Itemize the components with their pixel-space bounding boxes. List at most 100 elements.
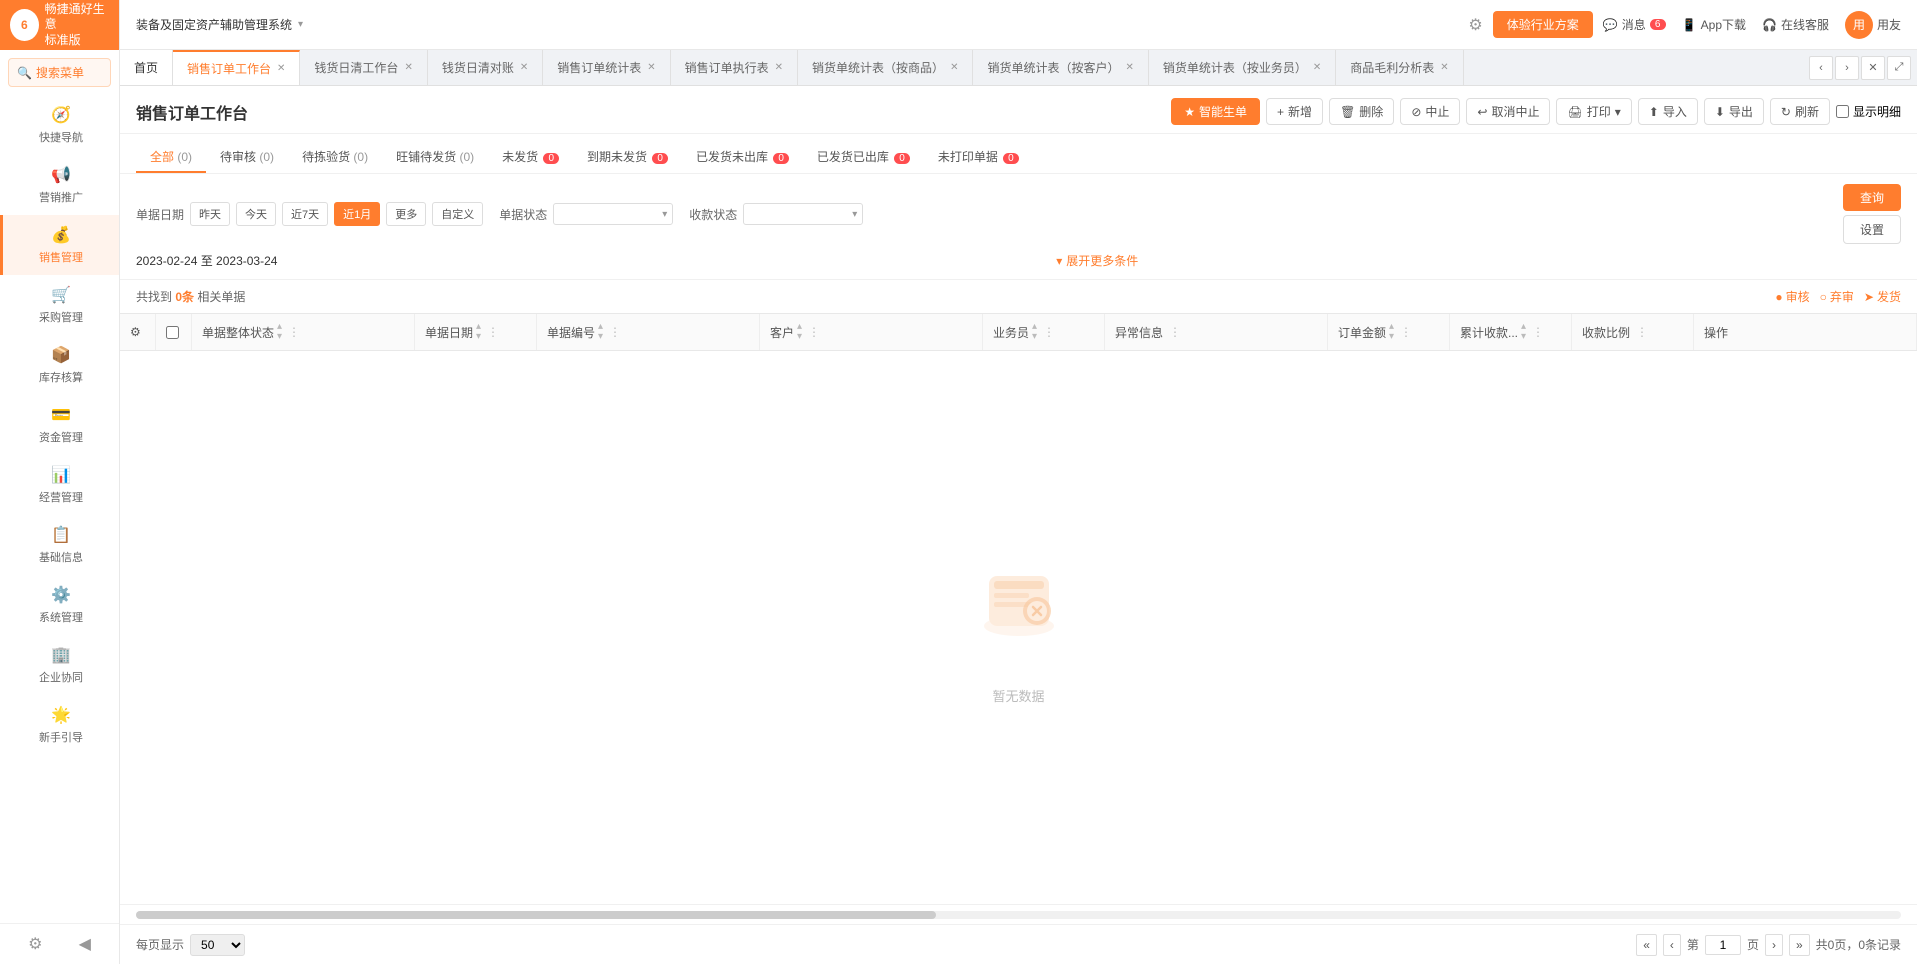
prev-page-button[interactable]: ‹ <box>1663 934 1681 956</box>
sort-date-icon[interactable]: ▴▾ <box>476 322 481 342</box>
filter-tab-pending-inspect[interactable]: 待拣验货 (0) <box>288 142 382 173</box>
sort-number-icon[interactable]: ▴▾ <box>598 322 603 342</box>
tab-close-icon[interactable]: ✕ <box>1313 62 1321 73</box>
tab-cash-reconcile[interactable]: 钱货日清对账 ✕ <box>428 50 543 86</box>
next-page-button[interactable]: › <box>1765 934 1783 956</box>
tab-cash-daily[interactable]: 钱货日清工作台 ✕ <box>300 50 427 86</box>
select-all-checkbox[interactable] <box>166 326 179 339</box>
sidebar-item-system[interactable]: ⚙️ 系统管理 <box>0 575 119 635</box>
date-yesterday-button[interactable]: 昨天 <box>190 202 230 226</box>
online-service-button[interactable]: 🎧 在线客服 <box>1762 16 1829 33</box>
sidebar-item-basic-info[interactable]: 📋 基础信息 <box>0 515 119 575</box>
tab-goods-stats-customer[interactable]: 销货单统计表（按客户） ✕ <box>973 50 1148 86</box>
show-detail-checkbox[interactable] <box>1836 105 1849 118</box>
sort-collected-icon[interactable]: ▴▾ <box>1521 322 1526 342</box>
date-today-button[interactable]: 今天 <box>236 202 276 226</box>
tab-goods-margin[interactable]: 商品毛利分析表 ✕ <box>1336 50 1463 86</box>
page-number-input[interactable] <box>1705 935 1741 955</box>
payment-select[interactable] <box>743 203 863 225</box>
sidebar-item-quick-nav[interactable]: 🧭 快捷导航 <box>0 95 119 155</box>
sidebar-item-sales[interactable]: 💰 销售管理 <box>0 215 119 275</box>
search-settings-button[interactable]: 设置 <box>1843 215 1901 244</box>
tab-scroll-left-button[interactable]: ‹ <box>1809 56 1833 80</box>
smart-generate-button[interactable]: ★ 智能生单 <box>1171 98 1260 125</box>
sidebar-item-inventory[interactable]: 📦 库存核算 <box>0 335 119 395</box>
tab-close-icon[interactable]: ✕ <box>1125 62 1133 73</box>
resize-handle[interactable]: ⋮ <box>285 325 303 339</box>
filter-tab-all[interactable]: 全部 (0) <box>136 142 206 173</box>
user-menu-button[interactable]: 用 用友 <box>1845 11 1901 39</box>
refresh-button[interactable]: ↻ 刷新 <box>1770 98 1830 125</box>
settings-bottom-icon[interactable]: ⚙ <box>28 934 42 954</box>
cancel-stop-button[interactable]: ↩ 取消中止 <box>1466 98 1550 125</box>
filter-tab-not-shipped[interactable]: 未发货 0 <box>488 142 573 173</box>
collapse-sidebar-button[interactable]: ◀ <box>79 934 91 954</box>
sort-status-icon[interactable]: ▴▾ <box>277 322 282 342</box>
resize-handle[interactable]: ⋮ <box>606 325 624 339</box>
first-page-button[interactable]: « <box>1636 934 1657 956</box>
tab-close-icon[interactable]: ✕ <box>775 62 783 73</box>
tab-goods-stats-staff[interactable]: 销货单统计表（按业务员） ✕ <box>1149 50 1336 86</box>
add-button[interactable]: + 新增 <box>1266 98 1323 125</box>
date-more-button[interactable]: 更多 <box>386 202 426 226</box>
resize-handle[interactable]: ⋮ <box>1633 325 1651 339</box>
resize-handle[interactable]: ⋮ <box>1529 325 1547 339</box>
expand-conditions-button[interactable]: ▾ 展开更多条件 <box>1056 252 1138 269</box>
stop-button[interactable]: ⊘ 中止 <box>1400 98 1460 125</box>
print-button[interactable]: 🖨 打印 ▾ <box>1556 98 1631 125</box>
message-button[interactable]: 💬 消息 6 <box>1603 16 1666 33</box>
tab-sales-workbench[interactable]: 销售订单工作台 ✕ <box>173 50 300 86</box>
tab-close-icon[interactable]: ✕ <box>647 62 655 73</box>
show-detail-checkbox-label[interactable]: 显示明细 <box>1836 103 1901 120</box>
filter-tab-shipped-not-warehoused[interactable]: 已发货未出库 0 <box>682 142 803 173</box>
tab-goods-stats-product[interactable]: 销货单统计表（按商品） ✕ <box>798 50 973 86</box>
sort-staff-icon[interactable]: ▴▾ <box>1032 322 1037 342</box>
last-page-button[interactable]: » <box>1789 934 1810 956</box>
resize-handle[interactable]: ⋮ <box>484 325 502 339</box>
sidebar-item-enterprise[interactable]: 🏢 企业协同 <box>0 635 119 695</box>
filter-tab-not-printed[interactable]: 未打印单据 0 <box>924 142 1033 173</box>
resize-handle[interactable]: ⋮ <box>805 325 823 339</box>
sidebar-item-marketing[interactable]: 📢 营销推广 <box>0 155 119 215</box>
search-menu-button[interactable]: 🔍 搜索菜单 <box>8 58 111 87</box>
tab-close-icon[interactable]: ✕ <box>1440 62 1448 73</box>
import-button[interactable]: ⬆ 导入 <box>1638 98 1698 125</box>
sidebar-item-finance[interactable]: 💳 资金管理 <box>0 395 119 455</box>
resize-handle[interactable]: ⋮ <box>1040 325 1058 339</box>
tab-expand-button[interactable]: ⤢ <box>1887 56 1911 80</box>
sidebar-item-purchase[interactable]: 🛒 采购管理 <box>0 275 119 335</box>
cancel-review-action-button[interactable]: ○ 弃审 <box>1820 288 1854 305</box>
tab-home[interactable]: 首页 <box>120 50 173 86</box>
filter-tab-shipped-warehoused[interactable]: 已发货已出库 0 <box>803 142 924 173</box>
tab-sales-stats[interactable]: 销售订单统计表 ✕ <box>543 50 670 86</box>
filter-tab-overdue-not-shipped[interactable]: 到期未发货 0 <box>573 142 682 173</box>
horizontal-scrollbar[interactable] <box>120 904 1917 924</box>
tab-close-all-button[interactable]: ✕ <box>1861 56 1885 80</box>
tab-close-icon[interactable]: ✕ <box>950 62 958 73</box>
tab-close-icon[interactable]: ✕ <box>277 63 285 74</box>
resize-handle[interactable]: ⋮ <box>1166 325 1184 339</box>
date-last7-button[interactable]: 近7天 <box>282 202 328 226</box>
sidebar-item-guide[interactable]: 🌟 新手引导 <box>0 695 119 755</box>
th-settings[interactable]: ⚙ <box>120 314 156 350</box>
sidebar-item-operations[interactable]: 📊 经营管理 <box>0 455 119 515</box>
query-button[interactable]: 查询 <box>1843 184 1901 211</box>
filter-tab-pending-review[interactable]: 待审核 (0) <box>206 142 288 173</box>
th-checkbox[interactable] <box>156 314 192 350</box>
status-select[interactable] <box>553 203 673 225</box>
topbar-settings-icon[interactable]: ⚙ <box>1468 15 1482 35</box>
ship-action-button[interactable]: ➤ 发货 <box>1864 288 1901 305</box>
delete-button[interactable]: 🗑 删除 <box>1329 98 1394 125</box>
tab-close-icon[interactable]: ✕ <box>404 62 412 73</box>
export-button[interactable]: ⬇ 导出 <box>1704 98 1764 125</box>
solution-button[interactable]: 体验行业方案 <box>1493 11 1593 38</box>
page-size-select[interactable]: 50 20 100 <box>190 934 245 956</box>
date-custom-button[interactable]: 自定义 <box>432 202 483 226</box>
tab-sales-exec[interactable]: 销售订单执行表 ✕ <box>671 50 798 86</box>
app-download-button[interactable]: 📱 App下载 <box>1682 16 1746 33</box>
tab-scroll-right-button[interactable]: › <box>1835 56 1859 80</box>
resize-handle[interactable]: ⋮ <box>1397 325 1415 339</box>
scroll-thumb[interactable] <box>136 911 936 919</box>
filter-tab-wangpu-pending[interactable]: 旺铺待发货 (0) <box>382 142 488 173</box>
date-last1m-button[interactable]: 近1月 <box>334 202 380 226</box>
